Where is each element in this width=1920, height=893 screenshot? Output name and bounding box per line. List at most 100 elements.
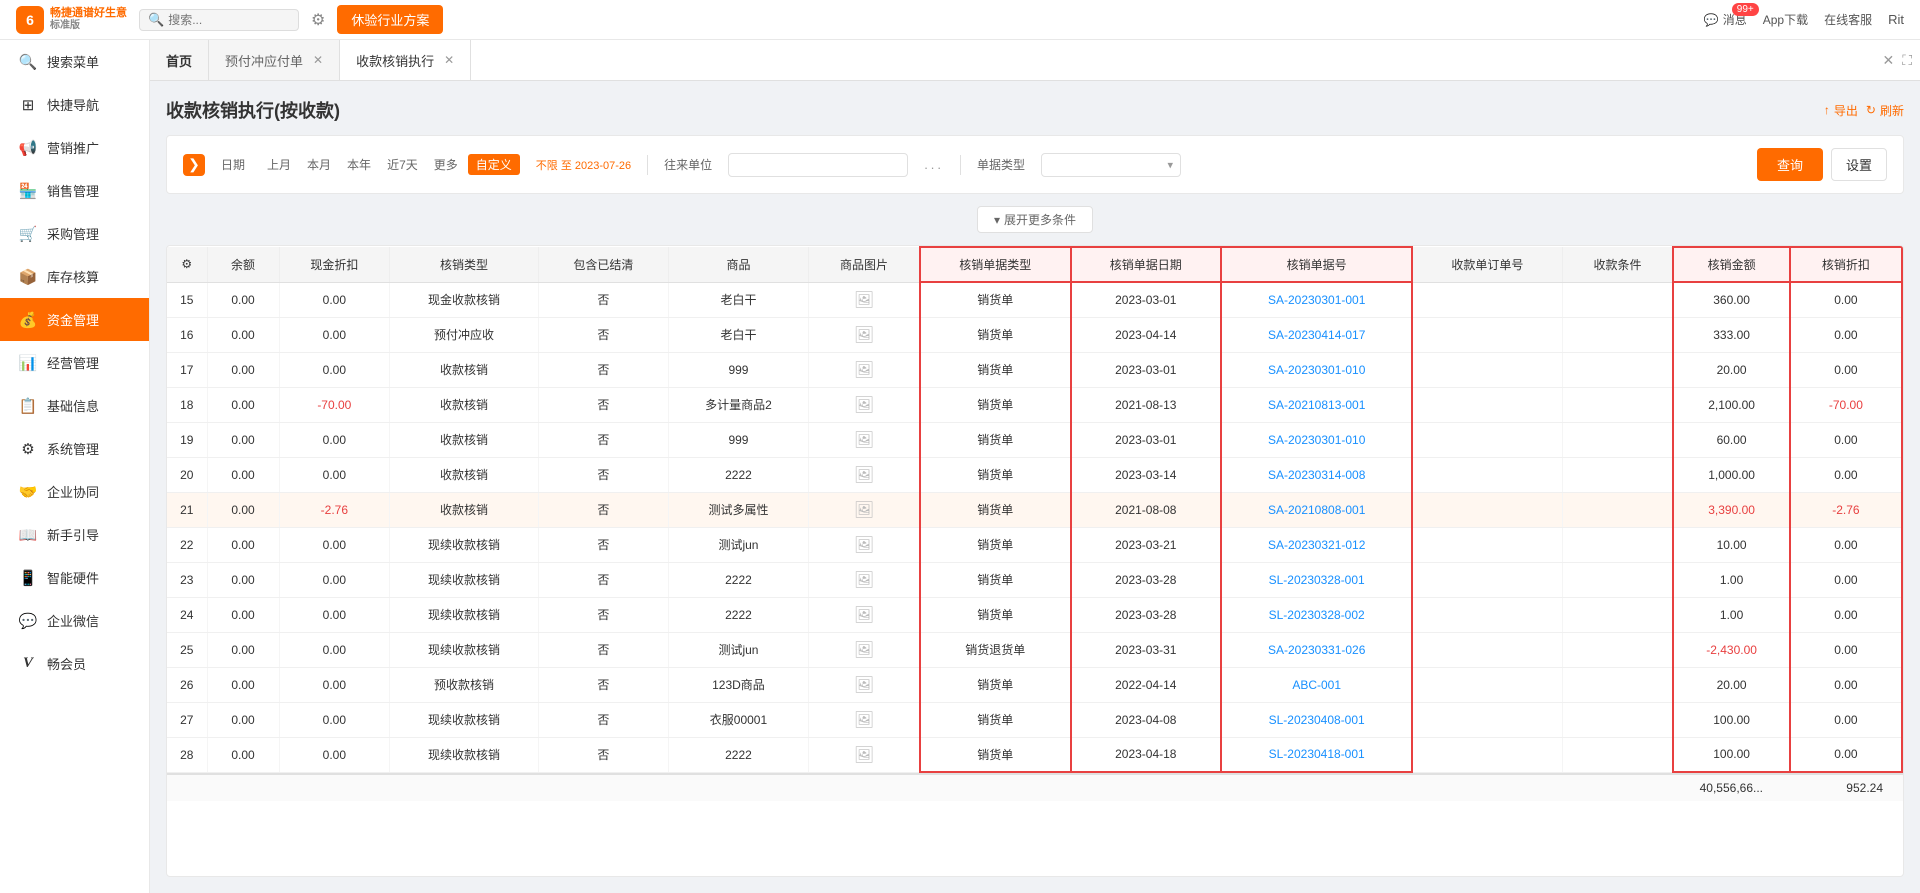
- online-service-btn[interactable]: 在线客服: [1824, 11, 1872, 28]
- sidebar-item-label: 快捷导航: [47, 95, 99, 114]
- tab-verify-close[interactable]: ✕: [444, 53, 454, 67]
- voucher-type-select[interactable]: [1041, 153, 1181, 177]
- sidebar-item-base-info[interactable]: 📋 基础信息: [0, 384, 149, 427]
- sidebar-item-marketing[interactable]: 📢 营销推广: [0, 126, 149, 169]
- cell-verify_amount: 20.00: [1673, 667, 1789, 702]
- cell-verify_type: 收款核销: [390, 352, 539, 387]
- cell-product_img: 🖼: [809, 387, 920, 422]
- cell-verify_bill_no[interactable]: SA-20230321-012: [1221, 527, 1412, 562]
- tab-verify[interactable]: 收款核销执行 ✕: [340, 40, 471, 80]
- top-search-input[interactable]: [168, 13, 288, 27]
- sidebar-item-smart-hw[interactable]: 📱 智能硬件: [0, 556, 149, 599]
- sidebar-item-inventory[interactable]: 📦 库存核算: [0, 255, 149, 298]
- cell-include_settled: 否: [539, 632, 669, 667]
- cell-verify_bill_no[interactable]: SA-20230301-010: [1221, 352, 1412, 387]
- cell-verify_bill_no[interactable]: SA-20230314-008: [1221, 457, 1412, 492]
- sidebar-item-wechat[interactable]: 💬 企业微信: [0, 599, 149, 642]
- sidebar-item-member[interactable]: V 畅会员: [0, 642, 149, 685]
- content-area: 首页 预付冲应付单 ✕ 收款核销执行 ✕ ✕ ⛶ 收款核销执行(按收款): [150, 40, 1920, 893]
- date-btn-custom[interactable]: 自定义: [468, 154, 520, 175]
- cell-product_img: 🖼: [809, 422, 920, 457]
- query-btn[interactable]: 查询: [1757, 148, 1823, 181]
- date-btn-last-month[interactable]: 上月: [261, 154, 297, 175]
- cell-verify_bill_no[interactable]: SA-20210808-001: [1221, 492, 1412, 527]
- date-btn-7days[interactable]: 近7天: [381, 154, 424, 175]
- date-btn-this-month[interactable]: 本月: [301, 154, 337, 175]
- date-btn-this-year[interactable]: 本年: [341, 154, 377, 175]
- partner-input[interactable]: [728, 153, 908, 177]
- export-btn[interactable]: ↑ 导出: [1824, 102, 1858, 119]
- table-footer: 40,556,66... 952.24: [167, 773, 1903, 801]
- cell-balance: 0.00: [207, 422, 279, 457]
- sidebar-item-sales[interactable]: 🏪 销售管理: [0, 169, 149, 212]
- sidebar-item-operation[interactable]: 📊 经营管理: [0, 341, 149, 384]
- cell-product_img: 🖼: [809, 317, 920, 352]
- date-btn-more[interactable]: 更多: [428, 154, 464, 175]
- tab-maximize-icon[interactable]: ⛶: [1902, 52, 1912, 69]
- cell-balance: 0.00: [207, 352, 279, 387]
- sidebar-item-quick-nav[interactable]: ⊞ 快捷导航: [0, 83, 149, 126]
- tab-home[interactable]: 首页: [150, 40, 209, 80]
- finance-icon: 💰: [19, 311, 37, 329]
- tab-prepay[interactable]: 预付冲应付单 ✕: [209, 40, 340, 80]
- cell-verify_type: 现续收款核销: [390, 527, 539, 562]
- newbie-icon: 📖: [19, 526, 37, 544]
- sidebar-item-label: 畅会员: [47, 654, 86, 673]
- cell-verify_bill_no[interactable]: SL-20230418-001: [1221, 737, 1412, 772]
- sidebar-item-finance[interactable]: 💰 资金管理: [0, 298, 149, 341]
- cell-verify_bill_no[interactable]: SL-20230328-001: [1221, 562, 1412, 597]
- expand-more-btn[interactable]: ▾ 展开更多条件: [977, 206, 1093, 233]
- cell-id: 19: [167, 422, 207, 457]
- cell-verify_bill_no[interactable]: ABC-001: [1221, 667, 1412, 702]
- cell-verify_bill_type: 销货单: [920, 737, 1071, 772]
- main-table: ⚙ 余额 现金折扣 核销类型 包含已结清 商品 商品图片 核销单据类型 核销单据…: [167, 246, 1903, 773]
- cell-cash_discount: 0.00: [279, 667, 390, 702]
- cell-verify_bill_no[interactable]: SA-20230301-010: [1221, 422, 1412, 457]
- cell-verify_bill_type: 销货单: [920, 317, 1071, 352]
- table-row: 240.000.00现续收款核销否2222🖼销货单2023-03-28SL-20…: [167, 597, 1902, 632]
- cell-product_img: 🖼: [809, 352, 920, 387]
- refresh-btn[interactable]: ↻ 刷新: [1866, 102, 1904, 119]
- col-verify-bill-no: 核销单据号: [1221, 247, 1412, 282]
- cell-verify_bill_no[interactable]: SA-20230331-026: [1221, 632, 1412, 667]
- cell-verify_amount: 100.00: [1673, 702, 1789, 737]
- cell-verify_type: 现续收款核销: [390, 562, 539, 597]
- cell-balance: 0.00: [207, 702, 279, 737]
- sidebar-item-purchase[interactable]: 🛒 采购管理: [0, 212, 149, 255]
- cell-verify_bill_no[interactable]: SL-20230408-001: [1221, 702, 1412, 737]
- filter-expand-btn[interactable]: ❯: [183, 154, 205, 176]
- cell-verify_bill_date: 2021-08-08: [1071, 492, 1222, 527]
- tab-home-label: 首页: [166, 51, 192, 70]
- tab-prepay-close[interactable]: ✕: [313, 53, 323, 67]
- cell-product: 2222: [668, 737, 808, 772]
- sidebar-item-system[interactable]: ⚙ 系统管理: [0, 427, 149, 470]
- cell-receipt_condition: [1562, 702, 1673, 737]
- col-product: 商品: [668, 247, 808, 282]
- table-row: 230.000.00现续收款核销否2222🖼销货单2023-03-28SL-20…: [167, 562, 1902, 597]
- settings-btn[interactable]: 设置: [1831, 148, 1887, 181]
- app-download-btn[interactable]: App下载: [1763, 11, 1808, 28]
- sidebar-item-collab[interactable]: 🤝 企业协同: [0, 470, 149, 513]
- export-icon: ↑: [1824, 103, 1830, 117]
- cell-verify_bill_no[interactable]: SA-20230414-017: [1221, 317, 1412, 352]
- sidebar-item-newbie[interactable]: 📖 新手引导: [0, 513, 149, 556]
- cell-include_settled: 否: [539, 387, 669, 422]
- tab-close-all-icon[interactable]: ✕: [1882, 52, 1894, 69]
- table-row: 260.000.00预收款核销否123D商品🖼销货单2022-04-14ABC-…: [167, 667, 1902, 702]
- cell-include_settled: 否: [539, 282, 669, 317]
- cell-receipt_condition: [1562, 632, 1673, 667]
- cell-product: 999: [668, 422, 808, 457]
- cell-verify_bill_no[interactable]: SA-20210813-001: [1221, 387, 1412, 422]
- cell-receipt_order_no: [1412, 667, 1562, 702]
- message-btn[interactable]: 💬 消息 99+: [1704, 11, 1747, 28]
- tab-bar-actions: ✕ ⛶: [1874, 52, 1920, 69]
- cell-balance: 0.00: [207, 492, 279, 527]
- cell-verify_discount: 0.00: [1790, 317, 1902, 352]
- cell-receipt_order_no: [1412, 282, 1562, 317]
- cell-verify_bill_no[interactable]: SL-20230328-002: [1221, 597, 1412, 632]
- industry-btn[interactable]: 休验行业方案: [337, 5, 443, 34]
- sidebar-item-search[interactable]: 🔍 搜索菜单: [0, 40, 149, 83]
- cell-verify_bill_type: 销货单: [920, 667, 1071, 702]
- gear-icon[interactable]: ⚙: [311, 10, 325, 30]
- cell-verify_bill_no[interactable]: SA-20230301-001: [1221, 282, 1412, 317]
